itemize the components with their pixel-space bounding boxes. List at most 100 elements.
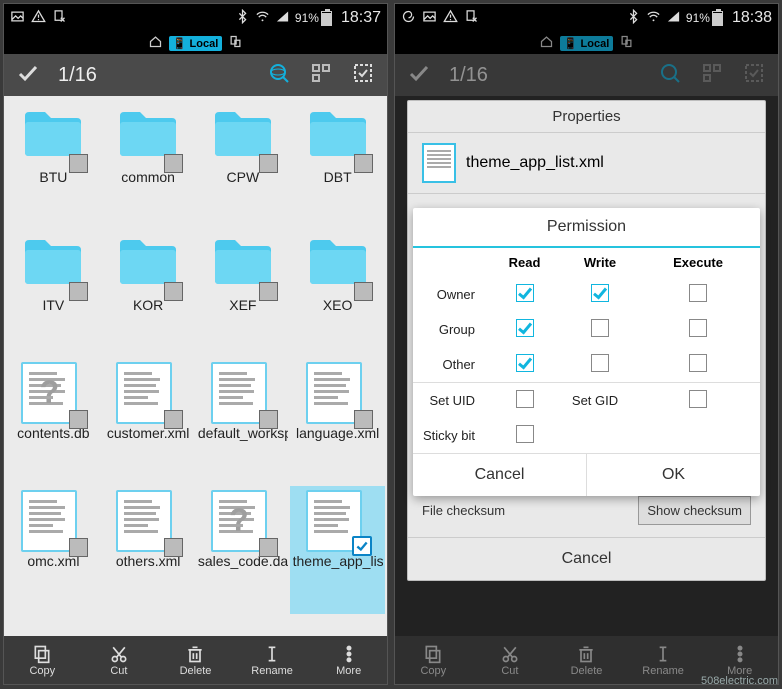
item-label: DBT [324,170,352,185]
item-label: KOR [133,298,163,313]
rename-button: Rename [625,636,702,684]
signal-icon [666,9,681,27]
battery-icon: 91% [295,11,332,26]
warning-icon [31,9,46,27]
storage-tag: 📱 Local [560,36,614,51]
setgid-label: Set GID [564,383,636,419]
perm-group-r-checkbox[interactable] [516,319,534,337]
watermark: 508electric.com [701,675,778,687]
properties-cancel-button[interactable]: Cancel [408,537,765,580]
perm-group-x-checkbox[interactable] [689,319,707,337]
perm-other-x-checkbox[interactable] [689,354,707,372]
folder-item[interactable]: XEO [290,230,385,358]
battery-percent: 91% [686,11,710,25]
file-item[interactable]: customer.xml [101,358,196,486]
status-bar: 91% 18:38 [395,4,778,32]
permission-dialog: Permission Read Write Execute OwnerGroup… [413,208,760,496]
toolbar-label: Copy [29,665,55,677]
bluetooth-icon [626,9,641,27]
toolbar-label: Cut [501,665,518,677]
perm-row-label: Group [413,312,485,347]
clock: 18:37 [341,9,381,27]
home-icon [539,34,554,52]
toolbar-label: Delete [571,665,603,677]
search-web-icon[interactable] [267,61,291,90]
perm-other-w-checkbox[interactable] [591,354,609,372]
folder-item[interactable]: BTU [6,102,101,230]
file-item[interactable]: language.xml [290,358,385,486]
permission-cancel-button[interactable]: Cancel [413,454,587,496]
folder-item[interactable]: common [101,102,196,230]
device-icon[interactable] [228,34,243,52]
show-checksum-button[interactable]: Show checksum [638,496,751,525]
selection-count: 1/16 [58,64,97,87]
confirm-selection-button [407,61,431,90]
wifi-icon [255,9,270,27]
file-item[interactable]: default_workspace_ [196,358,291,486]
permission-ok-button[interactable]: OK [587,454,760,496]
selected-check-icon [352,536,372,556]
scan-icon[interactable] [309,61,333,90]
item-label: theme_app_list.xml [293,554,383,569]
bottom-toolbar: Copy Cut Delete Rename More [4,636,387,684]
setuid-label: Set UID [413,383,485,419]
delete-button: Delete [548,636,625,684]
toolbar-label: More [336,665,361,677]
properties-filename: theme_app_list.xml [466,154,604,172]
perm-row-label: Other [413,347,485,383]
perm-owner-r-checkbox[interactable] [516,284,534,302]
toolbar-label: Cut [110,665,127,677]
confirm-selection-button[interactable] [16,61,40,90]
perm-group-w-checkbox[interactable] [591,319,609,337]
setgid-checkbox[interactable] [689,390,707,408]
signal-icon [275,9,290,27]
file-item[interactable]: others.xml [101,486,196,614]
perm-owner-w-checkbox[interactable] [591,284,609,302]
picture-icon [10,9,25,27]
file-item[interactable]: theme_app_list.xml [290,486,385,614]
copy-button[interactable]: Copy [4,636,81,684]
properties-title: Properties [408,101,765,133]
perm-owner-x-checkbox[interactable] [689,284,707,302]
folder-item[interactable]: DBT [290,102,385,230]
file-item[interactable]: ?contents.db [6,358,101,486]
sticky-checkbox[interactable] [516,425,534,443]
location-bar: 📱 Local [4,32,387,54]
status-bar: 91% 18:37 [4,4,387,32]
item-label: BTU [39,170,67,185]
folder-item[interactable]: XEF [196,230,291,358]
col-execute: Execute [636,248,760,277]
cut-button: Cut [472,636,549,684]
screen-permissions: 91% 18:38 📱 Local 1/16 Properties t [395,4,778,684]
picture-icon [422,9,437,27]
cut-button[interactable]: Cut [81,636,158,684]
file-icon [422,143,456,183]
perm-other-r-checkbox[interactable] [516,354,534,372]
item-label: XEO [323,298,353,313]
select-all-icon[interactable] [351,61,375,90]
rename-button[interactable]: Rename [234,636,311,684]
more-button[interactable]: More [310,636,387,684]
wifi-icon [646,9,661,27]
folder-item[interactable]: CPW [196,102,291,230]
setuid-checkbox[interactable] [516,390,534,408]
folder-item[interactable]: KOR [101,230,196,358]
toolbar-label: Copy [420,665,446,677]
perm-row-label: Owner [413,277,485,312]
location-bar: 📱 Local [395,32,778,54]
sticky-label: Sticky bit [413,418,485,453]
folder-item[interactable]: ITV [6,230,101,358]
doc-x-icon [52,9,67,27]
col-read: Read [485,248,564,277]
doc-x-icon [464,9,479,27]
file-item[interactable]: ?sales_code.dat [196,486,291,614]
storage-tag[interactable]: 📱 Local [169,36,223,51]
checksum-label: File checksum [422,503,505,518]
home-icon[interactable] [148,34,163,52]
scan-icon [700,61,724,90]
file-item[interactable]: omc.xml [6,486,101,614]
delete-button[interactable]: Delete [157,636,234,684]
screen-file-grid: 91% 18:37 📱 Local 1/16 BTU common CPW DBT IT… [4,4,387,684]
toolbar-label: Rename [251,665,293,677]
item-label: CPW [227,170,260,185]
